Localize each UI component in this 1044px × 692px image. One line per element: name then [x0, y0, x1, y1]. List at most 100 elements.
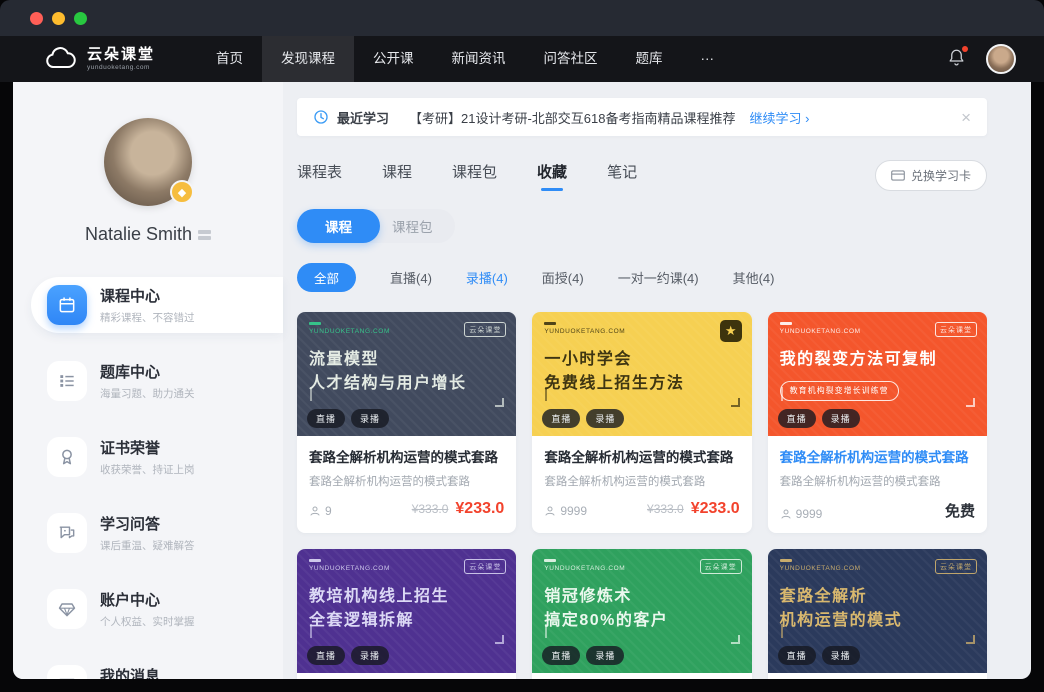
- nav-item-discover-courses[interactable]: 发现课程: [262, 36, 355, 82]
- sidebar-item-certificates[interactable]: 证书荣誉 收获荣誉、持证上岗: [31, 429, 283, 485]
- cover-decoration: [730, 398, 740, 407]
- filter-other[interactable]: 其他(4): [733, 268, 775, 287]
- cover-decoration: [965, 635, 975, 644]
- cover-decoration: [965, 398, 975, 407]
- nav-item-home[interactable]: 首页: [197, 36, 262, 82]
- old-price: ¥333.0: [411, 502, 449, 516]
- tab-courses[interactable]: 课程: [382, 161, 412, 191]
- person-icon: [545, 506, 555, 516]
- recent-learning-banner: 最近学习 【考研】21设计考研-北部交互618备考指南精品课程推荐 继续学习 ›…: [297, 98, 987, 136]
- course-title: 套路全解析机构运营的模式套路: [544, 450, 734, 465]
- profile-name: Natalie Smith: [84, 224, 193, 244]
- tag-live: 直播: [307, 409, 346, 428]
- tab-notes[interactable]: 笔记: [607, 161, 637, 191]
- cover-badge: 云朵课堂: [464, 322, 507, 337]
- filter-all[interactable]: 全部: [297, 263, 357, 292]
- profile: ◆ Natalie Smith: [13, 118, 283, 245]
- logo-title: 云朵课堂: [87, 46, 156, 64]
- redeem-study-card-button[interactable]: 兑换学习卡: [874, 160, 987, 191]
- course-card[interactable]: YUNDUOKETANG.COM 云朵课堂 套路全解析 机构运营的模式 直播 录播…: [767, 549, 987, 679]
- content-frame: ◆ Natalie Smith 课程中心 精彩课程、不容错过 题库中心 海量习题…: [13, 82, 1031, 679]
- sidebar-item-label: 账户中心: [100, 592, 161, 609]
- cover-decoration: [310, 387, 312, 401]
- nav-item-question-bank[interactable]: 题库: [617, 36, 682, 82]
- course-cover: YUNDUOKETANG.COM 云朵课堂 销冠修炼术 搞定80%的客户 直播 录…: [532, 549, 752, 673]
- cover-decoration: [495, 398, 505, 407]
- pill-courses[interactable]: 课程: [297, 209, 380, 243]
- question-bank-icon: [47, 361, 87, 401]
- sidebar-item-learning-qa[interactable]: 学习问答 课后重温、疑难解答: [31, 505, 283, 561]
- sidebar-item-account-center[interactable]: 账户中心 个人权益、实时掌握: [31, 581, 283, 637]
- filter-in-person[interactable]: 面授(4): [542, 268, 584, 287]
- user-avatar[interactable]: [986, 44, 1016, 74]
- app-logo[interactable]: 云朵课堂 yunduoketang.com: [44, 47, 155, 71]
- tag-recorded: 录播: [586, 409, 625, 428]
- logo-subtitle: yunduoketang.com: [87, 63, 150, 71]
- course-cover: YUNDUOKETANG.COM 云朵课堂 教培机构线上招生 全套逻辑拆解 直播 …: [297, 549, 517, 673]
- cover-badge: 云朵课堂: [699, 559, 742, 574]
- clock-icon: [314, 110, 328, 124]
- cover-decoration: [310, 624, 312, 638]
- filter-one-on-one[interactable]: 一对一约课(4): [618, 268, 699, 287]
- sidebar-item-desc: 收获荣誉、持证上岗: [100, 464, 195, 476]
- sidebar-item-desc: 个人权益、实时掌握: [100, 616, 195, 628]
- course-card[interactable]: YUNDUOKETANG.COM 云朵课堂 流量模型 人才结构与用户增长 直播 录…: [297, 312, 517, 533]
- cover-decoration: [545, 387, 548, 401]
- notifications-button[interactable]: [947, 45, 968, 72]
- course-cover: YUNDUOKETANG.COM ★ 一小时学会 免费线上招生方法 直播 录播: [532, 312, 752, 436]
- tag-recorded: 录播: [586, 646, 625, 665]
- banner-close-icon[interactable]: ×: [961, 109, 971, 126]
- course-card[interactable]: YUNDUOKETANG.COM ★ 一小时学会 免费线上招生方法 直播 录播 套…: [532, 312, 752, 533]
- maximize-window-button[interactable]: [74, 11, 87, 25]
- cover-subtitle-pill: 教育机构裂变增长训练营: [779, 381, 899, 401]
- card-icon: [891, 170, 905, 181]
- course-cover: YUNDUOKETANG.COM 云朵课堂 流量模型 人才结构与用户增长 直播 录…: [297, 312, 517, 436]
- message-bubble-icon: [47, 665, 87, 679]
- traffic-lights: [30, 11, 87, 25]
- cover-brand: YUNDUOKETANG.COM: [544, 322, 739, 335]
- course-card[interactable]: YUNDUOKETANG.COM 云朵课堂 我的裂变方法可复制 教育机构裂变增长…: [767, 312, 987, 533]
- vip-diamond-badge: ◆: [170, 180, 194, 204]
- cover-decoration: [495, 635, 505, 644]
- continue-learning-link[interactable]: 继续学习 ›: [750, 108, 810, 127]
- nav-item-open-courses[interactable]: 公开课: [354, 36, 433, 82]
- notification-dot: [962, 45, 968, 52]
- course-subtitle: 套路全解析机构运营的模式套路: [309, 476, 470, 488]
- course-subtitle: 套路全解析机构运营的模式套路: [544, 476, 706, 488]
- tab-schedule[interactable]: 课程表: [297, 161, 342, 191]
- cover-decoration: [780, 387, 783, 401]
- nav-menu: 首页 发现课程 公开课 新闻资讯 问答社区 题库 ···: [197, 36, 947, 82]
- close-window-button[interactable]: [30, 11, 43, 25]
- profile-avatar[interactable]: ◆: [104, 118, 194, 206]
- course-cover: YUNDUOKETANG.COM 云朵课堂 我的裂变方法可复制 教育机构裂变增长…: [767, 312, 987, 436]
- tab-course-packages[interactable]: 课程包: [452, 161, 497, 191]
- diamond-icon: [47, 589, 87, 629]
- sidebar-item-desc: 精彩课程、不容错过: [100, 312, 195, 324]
- cover-title: 教培机构线上招生 全套逻辑拆解: [309, 587, 450, 630]
- course-cover: YUNDUOKETANG.COM 云朵课堂 套路全解析 机构运营的模式 直播 录播: [767, 549, 987, 673]
- course-grid: YUNDUOKETANG.COM 云朵课堂 流量模型 人才结构与用户增长 直播 录…: [297, 312, 987, 679]
- sidebar-item-question-bank[interactable]: 题库中心 海量习题、助力通关: [31, 353, 283, 409]
- nav-item-more[interactable]: ···: [682, 36, 734, 82]
- filter-recorded[interactable]: 录播(4): [466, 268, 508, 287]
- tag-live: 直播: [777, 409, 816, 428]
- tab-favorites[interactable]: 收藏: [537, 161, 567, 191]
- current-price: ¥233.0: [690, 500, 740, 517]
- minimize-window-button[interactable]: [52, 11, 65, 25]
- top-navbar: 云朵课堂 yunduoketang.com 首页 发现课程 公开课 新闻资讯 问…: [0, 36, 1044, 82]
- sidebar-item-my-messages[interactable]: 我的消息 消息通知、及时了解: [31, 657, 283, 679]
- sidebar-item-desc: 课后重温、疑难解答: [100, 540, 195, 552]
- nav-item-news[interactable]: 新闻资讯: [433, 36, 525, 82]
- recent-learning-label: 最近学习: [337, 110, 390, 126]
- course-title: 套路全解析机构运营的模式套路: [779, 450, 969, 465]
- sidebar-item-label: 我的消息: [100, 668, 161, 679]
- nav-item-qa-community[interactable]: 问答社区: [525, 36, 617, 82]
- filter-live[interactable]: 直播(4): [390, 268, 432, 287]
- course-card[interactable]: YUNDUOKETANG.COM 云朵课堂 销冠修炼术 搞定80%的客户 直播 录…: [532, 549, 752, 679]
- cover-title: 流量模型 人才结构与用户增长: [309, 350, 467, 393]
- sidebar-item-course-center[interactable]: 课程中心 精彩课程、不容错过: [31, 277, 283, 333]
- course-title: 套路全解析机构运营的模式套路: [309, 450, 498, 465]
- cover-title: 我的裂变方法可复制 教育机构裂变增长训练营: [779, 348, 975, 402]
- sidebar: ◆ Natalie Smith 课程中心 精彩课程、不容错过 题库中心 海量习题…: [13, 82, 283, 679]
- course-card[interactable]: YUNDUOKETANG.COM 云朵课堂 教培机构线上招生 全套逻辑拆解 直播 …: [297, 549, 517, 679]
